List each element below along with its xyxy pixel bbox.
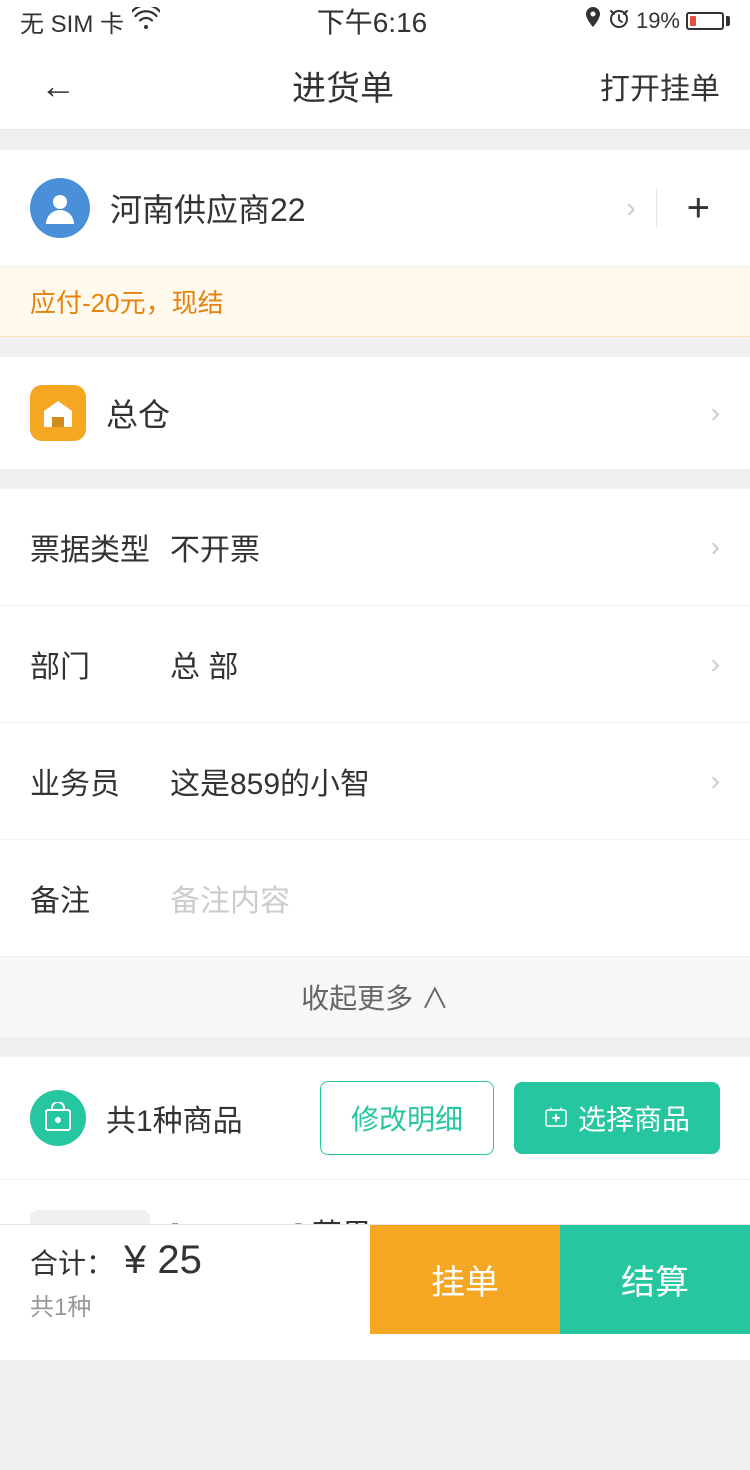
battery-icon (686, 12, 730, 30)
department-chevron-icon: › (711, 648, 720, 680)
warehouse-name: 总仓 (106, 390, 711, 436)
gap-2 (0, 337, 750, 357)
status-bar: 无 SIM 卡 下午6:16 19% (0, 0, 750, 42)
salesperson-value: 这是859的小智 (170, 759, 711, 803)
location-icon (584, 7, 602, 35)
invoice-type-row[interactable]: 票据类型 不开票 › (0, 489, 750, 606)
department-value: 总 部 (170, 642, 711, 686)
total-line: 合计： ¥ 25 (30, 1238, 340, 1283)
supplier-chevron-icon: › (626, 192, 635, 224)
warehouse-icon (30, 385, 86, 441)
wifi-icon (132, 7, 160, 36)
invoice-type-label: 票据类型 (30, 525, 170, 569)
supplier-name: 河南供应商22 (110, 185, 626, 231)
notice-text: 应付-20元，现结 (30, 288, 224, 318)
gap-4 (0, 1037, 750, 1057)
page-title: 进货单 (292, 61, 394, 110)
form-section: 票据类型 不开票 › 部门 总 部 › 业务员 这是859的小智 › 备注 备注… (0, 489, 750, 957)
invoice-type-chevron-icon: › (711, 531, 720, 563)
supplier-row[interactable]: 河南供应商22 › + (0, 150, 750, 267)
status-right: 19% (584, 7, 730, 35)
salesperson-row[interactable]: 业务员 这是859的小智 › (0, 723, 750, 840)
total-section: 合计： ¥ 25 共1种 (0, 1225, 370, 1334)
remark-label: 备注 (30, 876, 170, 920)
select-product-label: 选择商品 (578, 1098, 690, 1138)
battery-percent: 19% (636, 8, 680, 34)
product-count: 共1种商品 (106, 1096, 300, 1140)
supplier-divider (656, 188, 657, 228)
checkout-button[interactable]: 结算 (560, 1225, 750, 1334)
hang-button[interactable]: 挂单 (370, 1225, 560, 1334)
nav-bar: ← 进货单 打开挂单 (0, 42, 750, 130)
remark-row[interactable]: 备注 备注内容 (0, 840, 750, 957)
salesperson-label: 业务员 (30, 759, 170, 803)
supplier-section: 河南供应商22 › + 应付-20元，现结 (0, 150, 750, 337)
total-label: 合计： (30, 1242, 114, 1282)
department-row[interactable]: 部门 总 部 › (0, 606, 750, 723)
status-left: 无 SIM 卡 (20, 4, 160, 39)
gap-1 (0, 130, 750, 150)
total-sub: 共1种 (30, 1287, 340, 1322)
gap-3 (0, 469, 750, 489)
collapse-text: 收起更多 ∧ (301, 977, 449, 1017)
total-amount: ¥ 25 (124, 1238, 202, 1283)
sim-status: 无 SIM 卡 (20, 4, 124, 39)
notice-bar: 应付-20元，现结 (0, 267, 750, 337)
back-button[interactable]: ← (30, 55, 86, 117)
product-icon (30, 1090, 86, 1146)
bottom-bar: 合计： ¥ 25 共1种 挂单 结算 (0, 1224, 750, 1334)
edit-detail-button[interactable]: 修改明细 (320, 1081, 494, 1155)
status-time: 下午6:16 (317, 1, 428, 41)
salesperson-chevron-icon: › (711, 765, 720, 797)
alarm-icon (608, 7, 630, 35)
warehouse-row[interactable]: 总仓 › (0, 357, 750, 469)
warehouse-section: 总仓 › (0, 357, 750, 469)
department-label: 部门 (30, 642, 170, 686)
product-header: 共1种商品 修改明细 选择商品 (0, 1057, 750, 1179)
select-product-button[interactable]: 选择商品 (514, 1082, 720, 1154)
warehouse-chevron-icon: › (711, 397, 720, 429)
remark-input[interactable]: 备注内容 (170, 876, 720, 920)
open-hang-button[interactable]: 打开挂单 (600, 64, 720, 108)
bottom-spacer (0, 1360, 750, 1470)
supplier-avatar (30, 178, 90, 238)
collapse-bar[interactable]: 收起更多 ∧ (0, 957, 750, 1037)
add-supplier-button[interactable]: + (677, 181, 720, 236)
invoice-type-value: 不开票 (170, 525, 711, 569)
